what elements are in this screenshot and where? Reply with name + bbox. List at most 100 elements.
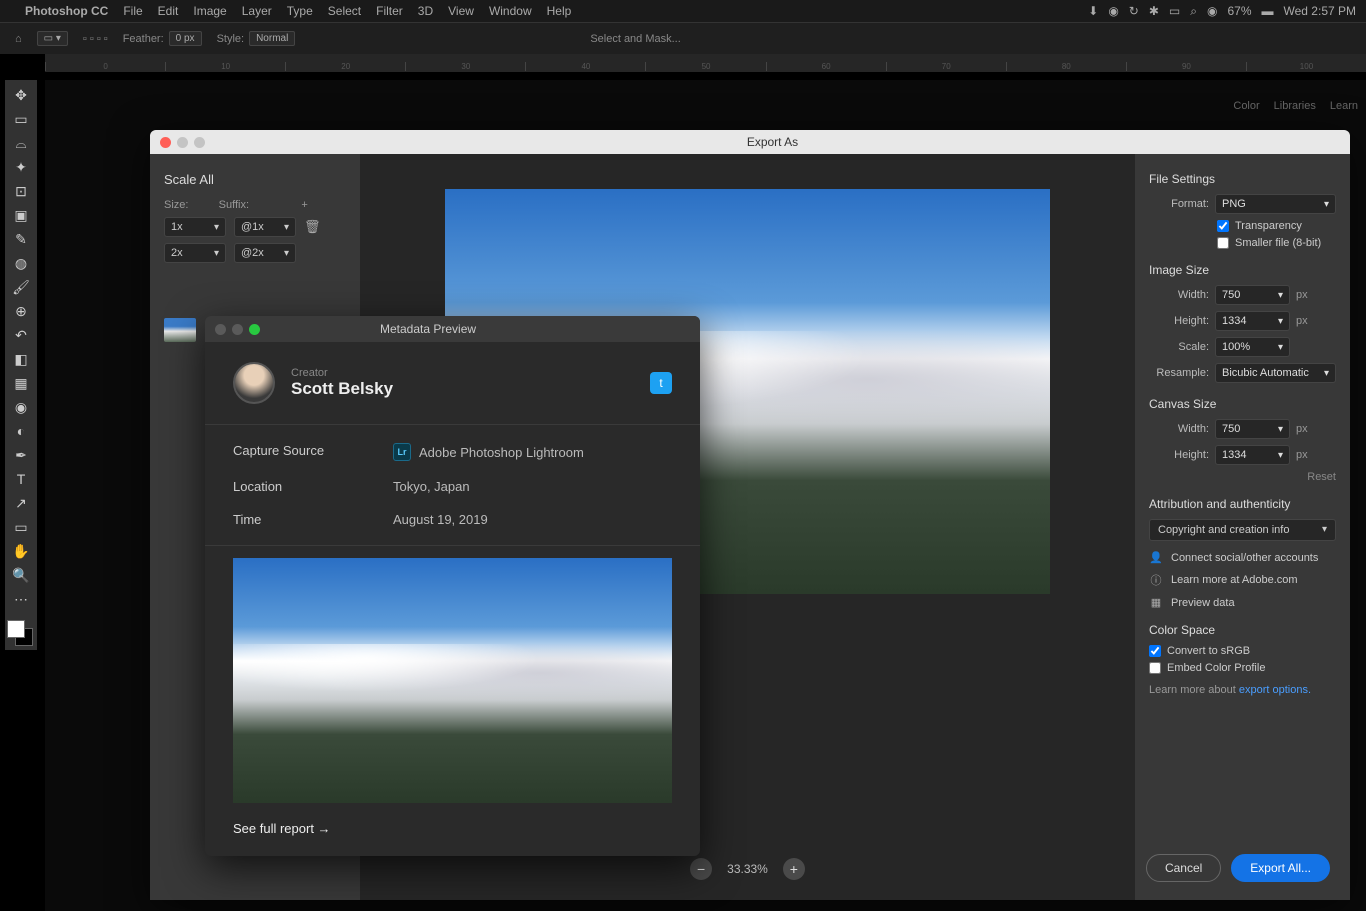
selection-mode-icons[interactable]: ▫ ▫ ▫ ▫ xyxy=(83,33,108,45)
dodge-tool[interactable]: ◐ xyxy=(7,420,35,442)
menu-view[interactable]: View xyxy=(448,4,474,18)
zoom-tool[interactable]: 🔍 xyxy=(7,564,35,586)
export-options-link[interactable]: export options. xyxy=(1239,684,1311,696)
menu-3d[interactable]: 3D xyxy=(418,4,433,18)
battery-icon[interactable]: ▬ xyxy=(1262,4,1274,18)
tab-color[interactable]: Color xyxy=(1233,100,1259,112)
zoom-out-button[interactable]: − xyxy=(690,858,712,880)
add-scale-button[interactable]: + xyxy=(301,199,346,211)
home-icon[interactable]: ⌂ xyxy=(15,33,22,45)
marquee-tool[interactable]: ▭ xyxy=(7,108,35,130)
menu-image[interactable]: Image xyxy=(193,4,226,18)
embed-profile-checkbox[interactable] xyxy=(1149,662,1161,674)
brush-tool[interactable]: 🖌 xyxy=(7,276,35,298)
dialog-title: Export As xyxy=(747,135,798,149)
close-icon[interactable] xyxy=(215,324,226,335)
learn-adobe-link[interactable]: ⓘLearn more at Adobe.com xyxy=(1149,572,1336,588)
suffix-header: Suffix: xyxy=(219,199,264,211)
menu-help[interactable]: Help xyxy=(547,4,572,18)
menu-window[interactable]: Window xyxy=(489,4,532,18)
transparency-checkbox[interactable] xyxy=(1217,220,1229,232)
feather-input[interactable]: 0 px xyxy=(169,31,202,46)
edit-toolbar[interactable]: ⋯ xyxy=(7,588,35,610)
dialog-titlebar[interactable]: Export As xyxy=(150,130,1350,154)
time-key: Time xyxy=(233,512,393,527)
pen-tool[interactable]: ✒ xyxy=(7,444,35,466)
gradient-tool[interactable]: ▦ xyxy=(7,372,35,394)
width-input[interactable]: 750▾ xyxy=(1215,285,1290,305)
export-all-button[interactable]: Export All... xyxy=(1231,854,1330,882)
suffix-select-2[interactable]: @2x▾ xyxy=(234,243,296,263)
display-icon[interactable]: ▭ xyxy=(1169,4,1180,18)
history-brush-tool[interactable]: ↶ xyxy=(7,324,35,346)
cc-icon[interactable]: ◉ xyxy=(1108,4,1118,18)
info-icon: ⓘ xyxy=(1149,572,1163,588)
frame-tool[interactable]: ▣ xyxy=(7,204,35,226)
menu-filter[interactable]: Filter xyxy=(376,4,403,18)
tab-learn[interactable]: Learn xyxy=(1330,100,1358,112)
stamp-tool[interactable]: ⊕ xyxy=(7,300,35,322)
height-input[interactable]: 1334▾ xyxy=(1215,311,1290,331)
select-and-mask-button[interactable]: Select and Mask... xyxy=(590,33,681,45)
format-label: Format: xyxy=(1149,198,1209,210)
menu-file[interactable]: File xyxy=(123,4,142,18)
format-select[interactable]: PNG▾ xyxy=(1215,194,1336,214)
zoom-in-button[interactable]: + xyxy=(783,858,805,880)
menu-edit[interactable]: Edit xyxy=(158,4,179,18)
marquee-tool-preset[interactable]: ▭ ▾ xyxy=(37,31,68,46)
suffix-select-1[interactable]: @1x▾ xyxy=(234,217,296,237)
time-val: August 19, 2019 xyxy=(393,512,672,527)
heal-tool[interactable]: ◍ xyxy=(7,252,35,274)
canvas-width-input[interactable]: 750▾ xyxy=(1215,419,1290,439)
resample-select[interactable]: Bicubic Automatic▾ xyxy=(1215,363,1336,383)
style-select[interactable]: Normal xyxy=(249,31,295,46)
menu-layer[interactable]: Layer xyxy=(242,4,272,18)
path-tool[interactable]: ↗ xyxy=(7,492,35,514)
lasso-tool[interactable]: ⌓ xyxy=(7,132,35,154)
connect-accounts-link[interactable]: 👤Connect social/other accounts xyxy=(1149,551,1336,564)
maximize-icon[interactable] xyxy=(249,324,260,335)
type-tool[interactable]: T xyxy=(7,468,35,490)
canvas-height-input[interactable]: 1334▾ xyxy=(1215,445,1290,465)
minimize-icon xyxy=(177,137,188,148)
twitter-icon[interactable]: t xyxy=(650,372,672,394)
smaller-file-checkbox[interactable] xyxy=(1217,237,1229,249)
minimize-icon[interactable] xyxy=(232,324,243,335)
size-select-2[interactable]: 2x▾ xyxy=(164,243,226,263)
color-swatches[interactable] xyxy=(7,620,33,646)
file-thumbnail xyxy=(164,318,196,342)
sync-icon[interactable]: ↻ xyxy=(1129,4,1139,18)
size-select-1[interactable]: 1x▾ xyxy=(164,217,226,237)
px-unit: px xyxy=(1296,289,1308,301)
srgb-checkbox[interactable] xyxy=(1149,645,1161,657)
eyedropper-tool[interactable]: ✎ xyxy=(7,228,35,250)
close-icon[interactable] xyxy=(160,137,171,148)
ruler: 0102030405060708090100 xyxy=(45,54,1366,72)
height-label: Height: xyxy=(1149,315,1209,327)
metadata-titlebar[interactable]: Metadata Preview xyxy=(205,316,700,342)
see-full-report-link[interactable]: See full report → xyxy=(233,821,672,836)
blur-tool[interactable]: ◉ xyxy=(7,396,35,418)
wifi-icon[interactable]: ◉ xyxy=(1207,4,1217,18)
reset-link[interactable]: Reset xyxy=(1149,471,1336,483)
app-name[interactable]: Photoshop CC xyxy=(25,4,108,18)
color-space-label: Color Space xyxy=(1149,623,1336,637)
menu-type[interactable]: Type xyxy=(287,4,313,18)
eraser-tool[interactable]: ◧ xyxy=(7,348,35,370)
shape-tool[interactable]: ▭ xyxy=(7,516,35,538)
cancel-button[interactable]: Cancel xyxy=(1146,854,1221,882)
preview-data-link[interactable]: ▦Preview data xyxy=(1149,596,1336,609)
dropbox-icon[interactable]: ⬇ xyxy=(1088,4,1098,18)
options-bar: ⌂ ▭ ▾ ▫ ▫ ▫ ▫ Feather: 0 px Style: Norma… xyxy=(0,22,1366,54)
hand-tool[interactable]: ✋ xyxy=(7,540,35,562)
attribution-select[interactable]: Copyright and creation info▾ xyxy=(1149,519,1336,541)
wand-tool[interactable]: ✦ xyxy=(7,156,35,178)
search-icon[interactable]: ⌕ xyxy=(1190,4,1197,19)
menu-select[interactable]: Select xyxy=(328,4,361,18)
tab-libraries[interactable]: Libraries xyxy=(1274,100,1316,112)
crop-tool[interactable]: ⊡ xyxy=(7,180,35,202)
move-tool[interactable]: ✥ xyxy=(7,84,35,106)
scale-input[interactable]: 100%▾ xyxy=(1215,337,1290,357)
delete-row-icon[interactable]: 🗑 xyxy=(304,219,321,235)
settings-icon[interactable]: ✱ xyxy=(1149,4,1159,18)
